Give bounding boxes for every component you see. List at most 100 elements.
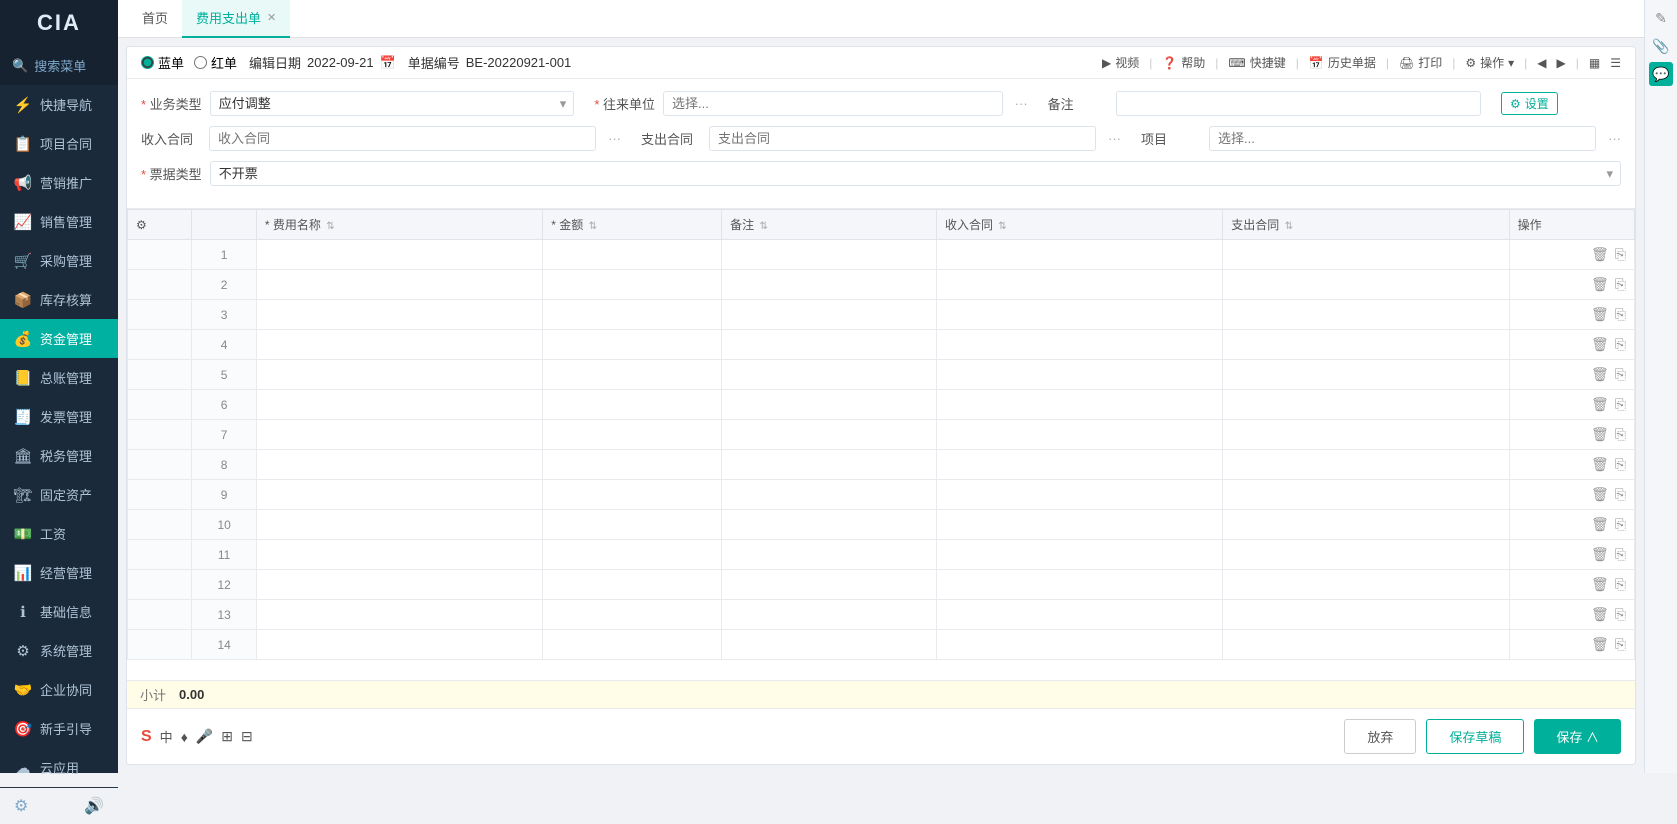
cell-expense-name[interactable]	[256, 270, 542, 300]
cell-expense-contract[interactable]	[1223, 600, 1509, 630]
delete-icon[interactable]: 🗑	[1591, 396, 1609, 413]
right-panel-edit-icon[interactable]: ✎	[1649, 6, 1673, 30]
view-icon-btn[interactable]: ▦	[1589, 56, 1600, 70]
cell-expense-contract[interactable]	[1223, 300, 1509, 330]
cell-amount[interactable]	[543, 330, 722, 360]
sidebar-item-operations[interactable]: 📊 经营管理	[0, 553, 118, 592]
project-ellipsis[interactable]: ···	[1608, 131, 1621, 146]
cell-expense-contract[interactable]	[1223, 540, 1509, 570]
cell-note[interactable]	[722, 570, 937, 600]
red-bill-radio[interactable]: 红单	[194, 53, 237, 72]
right-panel-clip-icon[interactable]: 📎	[1649, 34, 1673, 58]
cell-expense-name[interactable]	[256, 330, 542, 360]
cell-expense-contract[interactable]	[1223, 360, 1509, 390]
list-icon-btn[interactable]: ☰	[1610, 56, 1621, 70]
cell-note[interactable]	[722, 630, 937, 660]
blue-bill-input[interactable]	[141, 56, 154, 69]
table-row[interactable]: 8 🗑 ⎘	[128, 450, 1635, 480]
cell-note[interactable]	[722, 240, 937, 270]
table-expense-contract-header[interactable]: 支出合同 ⇅	[1223, 210, 1509, 240]
tab-close-icon[interactable]: ✕	[267, 11, 276, 24]
delete-icon[interactable]: 🗑	[1591, 366, 1609, 383]
cell-income-contract[interactable]	[936, 450, 1222, 480]
shortcut-btn[interactable]: ⌨ 快捷键	[1228, 54, 1285, 71]
invoice-type-select-wrap[interactable]: 不开票	[210, 161, 1621, 186]
cell-expense-name[interactable]	[256, 240, 542, 270]
cell-expense-name[interactable]	[256, 300, 542, 330]
sidebar-item-project[interactable]: 📋 项目合同	[0, 124, 118, 163]
sidebar-item-accounting[interactable]: 📒 总账管理	[0, 358, 118, 397]
nav-next-btn[interactable]: ▶	[1557, 56, 1566, 70]
project-input[interactable]	[1209, 126, 1596, 151]
table-row[interactable]: 4 🗑 ⎘	[128, 330, 1635, 360]
cell-note[interactable]	[722, 510, 937, 540]
discard-button[interactable]: 放弃	[1344, 719, 1416, 754]
delete-icon[interactable]: 🗑	[1591, 546, 1609, 563]
table-row[interactable]: 9 🗑 ⎘	[128, 480, 1635, 510]
sidebar-item-newguide[interactable]: 🎯 新手引导	[0, 709, 118, 748]
cell-income-contract[interactable]	[936, 600, 1222, 630]
cell-amount[interactable]	[543, 270, 722, 300]
help-btn[interactable]: ❓ 帮助	[1162, 54, 1205, 71]
sidebar-item-system[interactable]: ⚙ 系统管理	[0, 631, 118, 670]
cell-amount[interactable]	[543, 300, 722, 330]
nav-prev-btn[interactable]: ◀	[1537, 56, 1546, 70]
cell-note[interactable]	[722, 600, 937, 630]
right-panel-chat-icon[interactable]: 💬	[1649, 62, 1673, 86]
icon-grid-add[interactable]: ⊞	[221, 728, 233, 745]
setting-button[interactable]: ⚙ 设置	[1501, 92, 1558, 115]
cell-expense-contract[interactable]	[1223, 390, 1509, 420]
copy-icon[interactable]: ⎘	[1615, 576, 1626, 593]
table-config-header[interactable]: ⚙	[128, 210, 192, 240]
cell-income-contract[interactable]	[936, 300, 1222, 330]
cell-amount[interactable]	[543, 570, 722, 600]
table-row[interactable]: 10 🗑 ⎘	[128, 510, 1635, 540]
partner-input[interactable]	[663, 91, 1003, 116]
cell-amount[interactable]	[543, 510, 722, 540]
cell-expense-contract[interactable]	[1223, 420, 1509, 450]
business-type-select-wrap[interactable]: 应付调整	[210, 91, 575, 116]
cell-amount[interactable]	[543, 390, 722, 420]
copy-icon[interactable]: ⎘	[1615, 486, 1626, 503]
sidebar-item-invoice[interactable]: 🧾 发票管理	[0, 397, 118, 436]
table-row[interactable]: 5 🗑 ⎘	[128, 360, 1635, 390]
cell-note[interactable]	[722, 450, 937, 480]
delete-icon[interactable]: 🗑	[1591, 456, 1609, 473]
cell-income-contract[interactable]	[936, 630, 1222, 660]
calendar-icon[interactable]: 📅	[380, 55, 396, 71]
sidebar-search[interactable]: 🔍 搜索菜单	[0, 46, 118, 85]
cell-amount[interactable]	[543, 240, 722, 270]
cell-expense-name[interactable]	[256, 600, 542, 630]
icon-zhong[interactable]: 中	[160, 727, 173, 746]
cell-expense-contract[interactable]	[1223, 480, 1509, 510]
cell-note[interactable]	[722, 540, 937, 570]
sidebar-item-marketing[interactable]: 📢 营销推广	[0, 163, 118, 202]
cell-expense-name[interactable]	[256, 510, 542, 540]
cell-amount[interactable]	[543, 450, 722, 480]
table-row[interactable]: 7 🗑 ⎘	[128, 420, 1635, 450]
cell-income-contract[interactable]	[936, 360, 1222, 390]
copy-icon[interactable]: ⎘	[1615, 336, 1626, 353]
cell-amount[interactable]	[543, 480, 722, 510]
icon-mic[interactable]: 🎤	[196, 728, 213, 745]
copy-icon[interactable]: ⎘	[1615, 546, 1626, 563]
cell-expense-name[interactable]	[256, 390, 542, 420]
cell-income-contract[interactable]	[936, 270, 1222, 300]
table-row[interactable]: 6 🗑 ⎘	[128, 390, 1635, 420]
table-row[interactable]: 14 🗑 ⎘	[128, 630, 1635, 660]
copy-icon[interactable]: ⎘	[1615, 246, 1626, 263]
cell-note[interactable]	[722, 420, 937, 450]
note-input[interactable]	[1116, 91, 1481, 116]
icon-diamond[interactable]: ♦	[181, 729, 188, 745]
table-row[interactable]: 2 🗑 ⎘	[128, 270, 1635, 300]
table-row[interactable]: 13 🗑 ⎘	[128, 600, 1635, 630]
cell-expense-name[interactable]	[256, 420, 542, 450]
delete-icon[interactable]: 🗑	[1591, 426, 1609, 443]
save-draft-button[interactable]: 保存草稿	[1426, 719, 1524, 754]
delete-icon[interactable]: 🗑	[1591, 636, 1609, 653]
copy-icon[interactable]: ⎘	[1615, 516, 1626, 533]
expense-contract-input[interactable]	[709, 126, 1096, 151]
invoice-type-select[interactable]: 不开票	[210, 161, 1621, 186]
cell-expense-name[interactable]	[256, 540, 542, 570]
cell-income-contract[interactable]	[936, 540, 1222, 570]
